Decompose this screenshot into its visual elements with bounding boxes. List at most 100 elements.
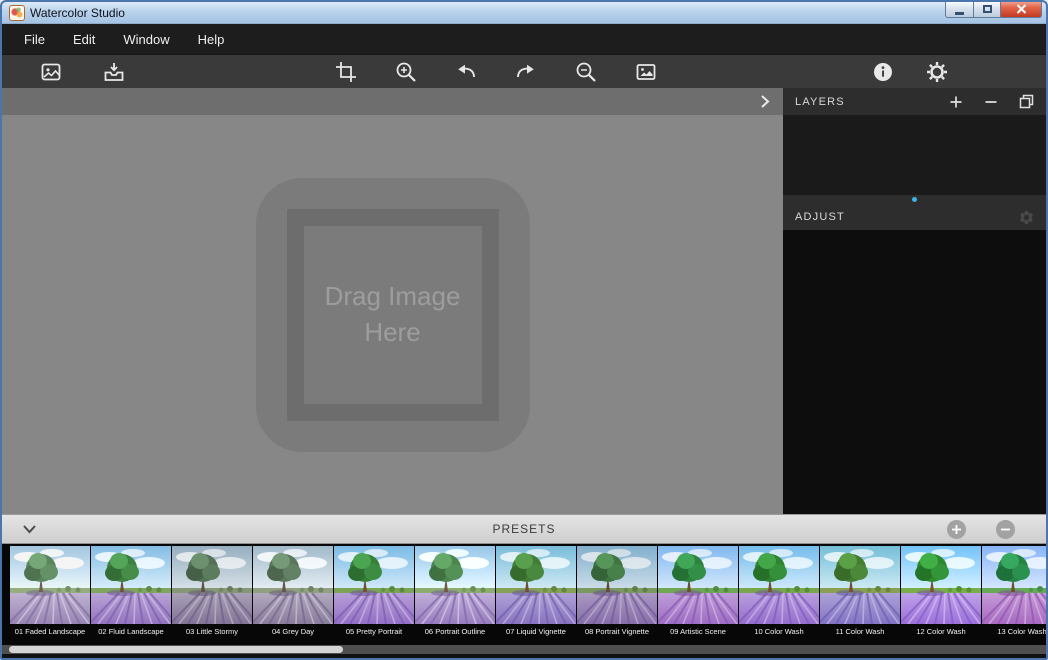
- app-logo-icon: [9, 5, 25, 21]
- add-layer-icon[interactable]: [948, 94, 964, 110]
- preset-item[interactable]: 07 Liquid Vignette: [496, 546, 576, 645]
- plus-icon: [951, 524, 962, 535]
- bottom-filler: [2, 654, 1046, 658]
- preset-label: 12 Color Wash: [901, 624, 981, 636]
- layers-panel-header: LAYERS: [783, 88, 1046, 115]
- preset-label: 10 Color Wash: [739, 624, 819, 636]
- preset-thumbnail: [10, 546, 90, 624]
- preset-thumbnail: [91, 546, 171, 624]
- preset-item[interactable]: 11 Color Wash: [820, 546, 900, 645]
- preset-label: 04 Grey Day: [253, 624, 333, 636]
- preset-item[interactable]: 03 Little Stormy: [172, 546, 252, 645]
- menu-help[interactable]: Help: [184, 26, 239, 53]
- toolbar: [2, 54, 1046, 88]
- preset-label: 09 Artistic Scene: [658, 624, 738, 636]
- preset-label: 07 Liquid Vignette: [496, 624, 576, 636]
- duplicate-layer-icon[interactable]: [1018, 94, 1034, 110]
- main-area: Drag Image Here LAYERS: [2, 88, 1046, 514]
- preset-item[interactable]: 13 Color Wash: [982, 546, 1046, 645]
- window-title: Watercolor Studio: [30, 6, 125, 20]
- toolbar-right-group: [870, 59, 950, 85]
- preset-thumbnail: [496, 546, 576, 624]
- preset-thumbnail: [253, 546, 333, 624]
- preset-label: 05 Pretty Portrait: [334, 624, 414, 636]
- preset-label: 13 Color Wash: [982, 624, 1046, 636]
- presets-collapse-chevron-icon[interactable]: [19, 519, 39, 539]
- presets-bar: PRESETS: [2, 514, 1046, 544]
- menu-edit[interactable]: Edit: [59, 26, 109, 53]
- preset-item[interactable]: 01 Faded Landscape: [10, 546, 90, 645]
- titlebar[interactable]: Watercolor Studio: [2, 2, 1046, 24]
- preset-item[interactable]: 05 Pretty Portrait: [334, 546, 414, 645]
- menu-file[interactable]: File: [10, 26, 59, 53]
- preset-label: 06 Portrait Outline: [415, 624, 495, 636]
- drop-frame: Drag Image Here: [287, 209, 499, 421]
- preset-item[interactable]: 04 Grey Day: [253, 546, 333, 645]
- add-preset-button[interactable]: [947, 520, 966, 539]
- preset-item[interactable]: 08 Portrait Vignette: [577, 546, 657, 645]
- redo-icon[interactable]: [513, 59, 539, 85]
- preset-item[interactable]: 02 Fluid Landscape: [91, 546, 171, 645]
- preset-thumbnail: [172, 546, 252, 624]
- preset-label: 08 Portrait Vignette: [577, 624, 657, 636]
- preset-thumbnail: [577, 546, 657, 624]
- panel-resize-handle[interactable]: [783, 195, 1046, 204]
- zoom-in-icon[interactable]: [393, 59, 419, 85]
- maximize-button[interactable]: [973, 1, 1001, 18]
- crop-icon[interactable]: [333, 59, 359, 85]
- resize-handle-dot: [912, 197, 917, 202]
- remove-preset-button[interactable]: [996, 520, 1015, 539]
- zoom-out-icon[interactable]: [573, 59, 599, 85]
- canvas[interactable]: Drag Image Here: [2, 115, 783, 514]
- info-icon[interactable]: [870, 59, 896, 85]
- adjust-title: ADJUST: [795, 211, 845, 223]
- toolbar-left-group: [38, 59, 127, 85]
- app-window: Watercolor Studio File Edit Window Help: [0, 0, 1048, 660]
- preset-thumbnail: [334, 546, 414, 624]
- menu-bar: File Edit Window Help: [2, 24, 1046, 54]
- preset-thumbnail: [901, 546, 981, 624]
- minimize-button[interactable]: [945, 1, 974, 18]
- maximize-icon: [983, 5, 992, 13]
- preset-label: 11 Color Wash: [820, 624, 900, 636]
- undo-icon[interactable]: [453, 59, 479, 85]
- layers-list[interactable]: [783, 115, 1046, 195]
- view-image-icon[interactable]: [633, 59, 659, 85]
- adjust-content: [783, 230, 1046, 514]
- canvas-column: Drag Image Here: [2, 88, 783, 514]
- preset-item[interactable]: 09 Artistic Scene: [658, 546, 738, 645]
- preset-thumbnail: [739, 546, 819, 624]
- preset-label: 01 Faded Landscape: [10, 624, 90, 636]
- layers-title: LAYERS: [795, 96, 845, 108]
- import-image-icon[interactable]: [101, 59, 127, 85]
- menu-window[interactable]: Window: [109, 26, 183, 53]
- panel-collapse-chevron-icon[interactable]: [756, 93, 774, 111]
- drop-hint-text: Drag Image Here: [310, 279, 475, 349]
- preset-thumbnail: [982, 546, 1046, 624]
- preset-item[interactable]: 12 Color Wash: [901, 546, 981, 645]
- presets-scroll-handle[interactable]: [9, 646, 343, 653]
- preset-thumbnail: [415, 546, 495, 624]
- preset-label: 02 Fluid Landscape: [91, 624, 171, 636]
- close-button[interactable]: [1000, 1, 1042, 18]
- layer-actions: [948, 94, 1034, 110]
- preset-label: 03 Little Stormy: [172, 624, 252, 636]
- settings-icon[interactable]: [924, 59, 950, 85]
- preset-item[interactable]: 06 Portrait Outline: [415, 546, 495, 645]
- toolbar-center-group: [333, 59, 659, 85]
- minimize-icon: [955, 12, 964, 15]
- adjust-panel-header: ADJUST: [783, 204, 1046, 230]
- image-drop-zone[interactable]: Drag Image Here: [256, 178, 530, 452]
- canvas-subheader: [2, 88, 783, 115]
- preset-item[interactable]: 10 Color Wash: [739, 546, 819, 645]
- preset-strip: 01 Faded Landscape 02 Fluid Landscape 03…: [2, 544, 1046, 645]
- right-panel: LAYERS ADJUST: [783, 88, 1046, 514]
- minus-icon: [1000, 524, 1011, 535]
- open-image-icon[interactable]: [38, 59, 64, 85]
- preset-thumbnail: [658, 546, 738, 624]
- remove-layer-icon[interactable]: [983, 94, 999, 110]
- adjust-flower-icon[interactable]: [1018, 209, 1034, 225]
- presets-title: PRESETS: [492, 522, 555, 536]
- presets-scrollbar[interactable]: [2, 645, 1046, 654]
- close-icon: [1016, 4, 1027, 14]
